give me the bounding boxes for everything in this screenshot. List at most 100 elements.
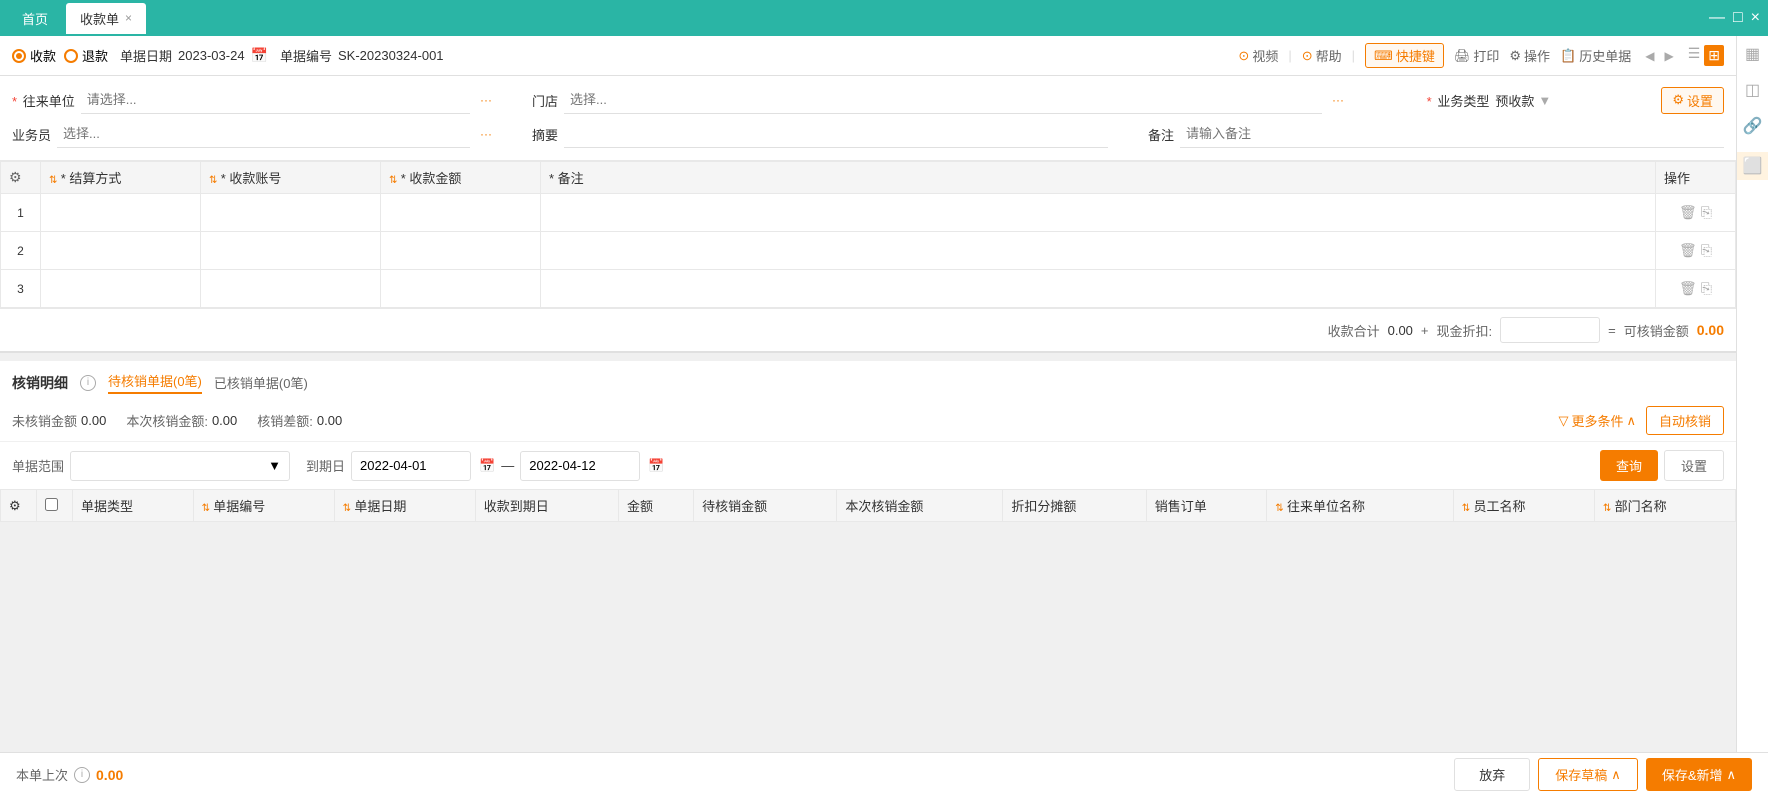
save-btn[interactable]: 保存&新增 ∧: [1646, 758, 1752, 791]
main-content: 收款 退款 单据日期 2023-03-24 📅 单据编号 SK-20230324…: [0, 36, 1736, 752]
date-from-input[interactable]: [351, 451, 471, 481]
help-btn[interactable]: ⊙ 帮助: [1302, 46, 1342, 65]
counterparty-more-icon[interactable]: ···: [480, 93, 492, 107]
business-type-select[interactable]: 预收款 ▼: [1495, 91, 1655, 110]
grid-view-icon[interactable]: ⊞: [1704, 45, 1724, 66]
completed-tab[interactable]: 已核销单据(0笔): [214, 373, 308, 392]
form-row-2: 业务员 ··· 摘要 备注: [12, 120, 1724, 148]
col-counterparty-sort[interactable]: ⇅: [1275, 503, 1283, 514]
pending-tab[interactable]: 待核销单据(0笔): [108, 371, 202, 394]
more-conditions-label: 更多条件: [1571, 411, 1623, 430]
col-dept-sort[interactable]: ⇅: [1603, 503, 1611, 514]
col-sales-order-header: 销售订单: [1146, 490, 1267, 522]
col-check-header: [37, 490, 73, 522]
number-field: 单据编号 SK-20230324-001: [280, 46, 444, 65]
row3-delete-icon[interactable]: 🗑: [1679, 280, 1697, 297]
row1-copy-icon[interactable]: ⎘: [1701, 204, 1712, 221]
radio-refund[interactable]: 退款: [64, 46, 108, 65]
settings-label: 设置: [1687, 91, 1713, 110]
tab-home[interactable]: 首页: [8, 3, 62, 34]
row2-settle[interactable]: [41, 232, 201, 270]
close-window-icon[interactable]: ×: [1751, 9, 1760, 27]
save-arrow: ∧: [1726, 767, 1736, 783]
info-circle[interactable]: i: [74, 767, 90, 783]
date-range-sep: —: [501, 458, 514, 473]
tab-receipt[interactable]: 收款单 ×: [66, 3, 146, 34]
more-conditions-btn[interactable]: ▽ 更多条件 ∧: [1558, 411, 1636, 430]
discount-input[interactable]: [1500, 317, 1600, 343]
row1-account[interactable]: [201, 194, 381, 232]
store-more-icon[interactable]: ···: [1332, 93, 1344, 107]
col-account-sort[interactable]: ⇅: [209, 175, 217, 186]
print-btn[interactable]: 🖨 打印: [1454, 46, 1500, 65]
staff-more-icon[interactable]: ···: [480, 127, 492, 141]
history-btn[interactable]: 📋 历史单据: [1560, 46, 1631, 65]
counterparty-input[interactable]: [81, 86, 470, 114]
row1-amount[interactable]: [381, 194, 541, 232]
row1-delete-icon[interactable]: 🗑: [1679, 204, 1697, 221]
restore-icon[interactable]: □: [1733, 9, 1743, 27]
sidebar-attach-icon[interactable]: 🔗: [1743, 116, 1763, 136]
table-gear-icon2[interactable]: ⚙: [9, 498, 21, 513]
radio-refund-circle: [64, 49, 78, 63]
data-table: ⚙ ⇅ * 结算方式 ⇅ * 收款账号 ⇅ * 收款金额: [0, 161, 1736, 308]
current-stat: 本次核销金额: 0.00: [126, 411, 237, 430]
sidebar-camera-icon[interactable]: ⬜: [1737, 152, 1768, 180]
query-btn[interactable]: 查询: [1600, 450, 1658, 481]
range-select[interactable]: ▼: [70, 451, 290, 481]
sidebar-table-icon[interactable]: ▦: [1745, 44, 1760, 64]
nav-next-icon[interactable]: ▶: [1660, 47, 1677, 65]
store-input[interactable]: [564, 86, 1322, 114]
shortcut-icon: ⌨: [1374, 48, 1393, 64]
row3-settle[interactable]: [41, 270, 201, 308]
row3-note[interactable]: [541, 270, 1656, 308]
col-action-header: 操作: [1656, 162, 1736, 194]
row3-copy-icon[interactable]: ⎘: [1701, 280, 1712, 297]
store-field: 门店 ···: [492, 86, 1344, 114]
sidebar-doc-icon[interactable]: ◫: [1745, 80, 1760, 100]
col-number-header: ⇅ 单据编号: [193, 490, 334, 522]
info-icon[interactable]: i: [80, 375, 96, 391]
row2-amount[interactable]: [381, 232, 541, 270]
filter-setting-btn[interactable]: 设置: [1664, 450, 1724, 481]
row2-delete-icon[interactable]: 🗑: [1679, 242, 1697, 259]
remark-field: 备注: [1108, 120, 1724, 148]
col-settle-sort[interactable]: ⇅: [49, 175, 57, 186]
remark-input[interactable]: [1180, 120, 1724, 148]
video-btn[interactable]: ⊙ 视频: [1238, 46, 1278, 65]
row1-note[interactable]: [541, 194, 1656, 232]
settings-button[interactable]: ⚙ 设置: [1661, 87, 1724, 114]
tab-close-icon[interactable]: ×: [125, 11, 132, 25]
date-from-icon[interactable]: 📅: [479, 458, 495, 474]
date-to-icon[interactable]: 📅: [648, 458, 664, 474]
number-value: SK-20230324-001: [338, 48, 444, 63]
row2-account[interactable]: [201, 232, 381, 270]
toolbar: 收款 退款 单据日期 2023-03-24 📅 单据编号 SK-20230324…: [0, 36, 1736, 76]
row3-account[interactable]: [201, 270, 381, 308]
nav-prev-icon[interactable]: ◀: [1641, 47, 1658, 65]
col-amount-sort[interactable]: ⇅: [389, 175, 397, 186]
shortcut-btn[interactable]: ⌨ 快捷键: [1365, 43, 1444, 68]
radio-receipt[interactable]: 收款: [12, 46, 56, 65]
abandon-btn[interactable]: 放弃: [1454, 758, 1530, 791]
minimize-icon[interactable]: —: [1709, 9, 1725, 27]
row1-settle[interactable]: [41, 194, 201, 232]
date-to-input[interactable]: [520, 451, 640, 481]
row3-amount[interactable]: [381, 270, 541, 308]
select-all-checkbox[interactable]: [45, 498, 58, 511]
unchecked-label: 未核销金额: [12, 411, 77, 430]
row2-copy-icon[interactable]: ⎘: [1701, 242, 1712, 259]
table-gear-icon[interactable]: ⚙: [9, 169, 22, 185]
summary-input[interactable]: [564, 120, 1108, 148]
stats-right: ▽ 更多条件 ∧ 自动核销: [1558, 406, 1724, 435]
draft-btn[interactable]: 保存草稿 ∧: [1538, 758, 1638, 791]
operation-btn[interactable]: ⚙ 操作: [1509, 46, 1550, 65]
col-staff-sort[interactable]: ⇅: [1462, 503, 1470, 514]
row2-note[interactable]: [541, 232, 1656, 270]
list-view-icon[interactable]: ☰: [1688, 45, 1701, 66]
calendar-icon[interactable]: 📅: [251, 47, 268, 64]
auto-verify-btn[interactable]: 自动核销: [1646, 406, 1724, 435]
staff-input[interactable]: [57, 120, 470, 148]
col-number-sort[interactable]: ⇅: [202, 503, 210, 514]
col-date-sort[interactable]: ⇅: [343, 503, 351, 514]
